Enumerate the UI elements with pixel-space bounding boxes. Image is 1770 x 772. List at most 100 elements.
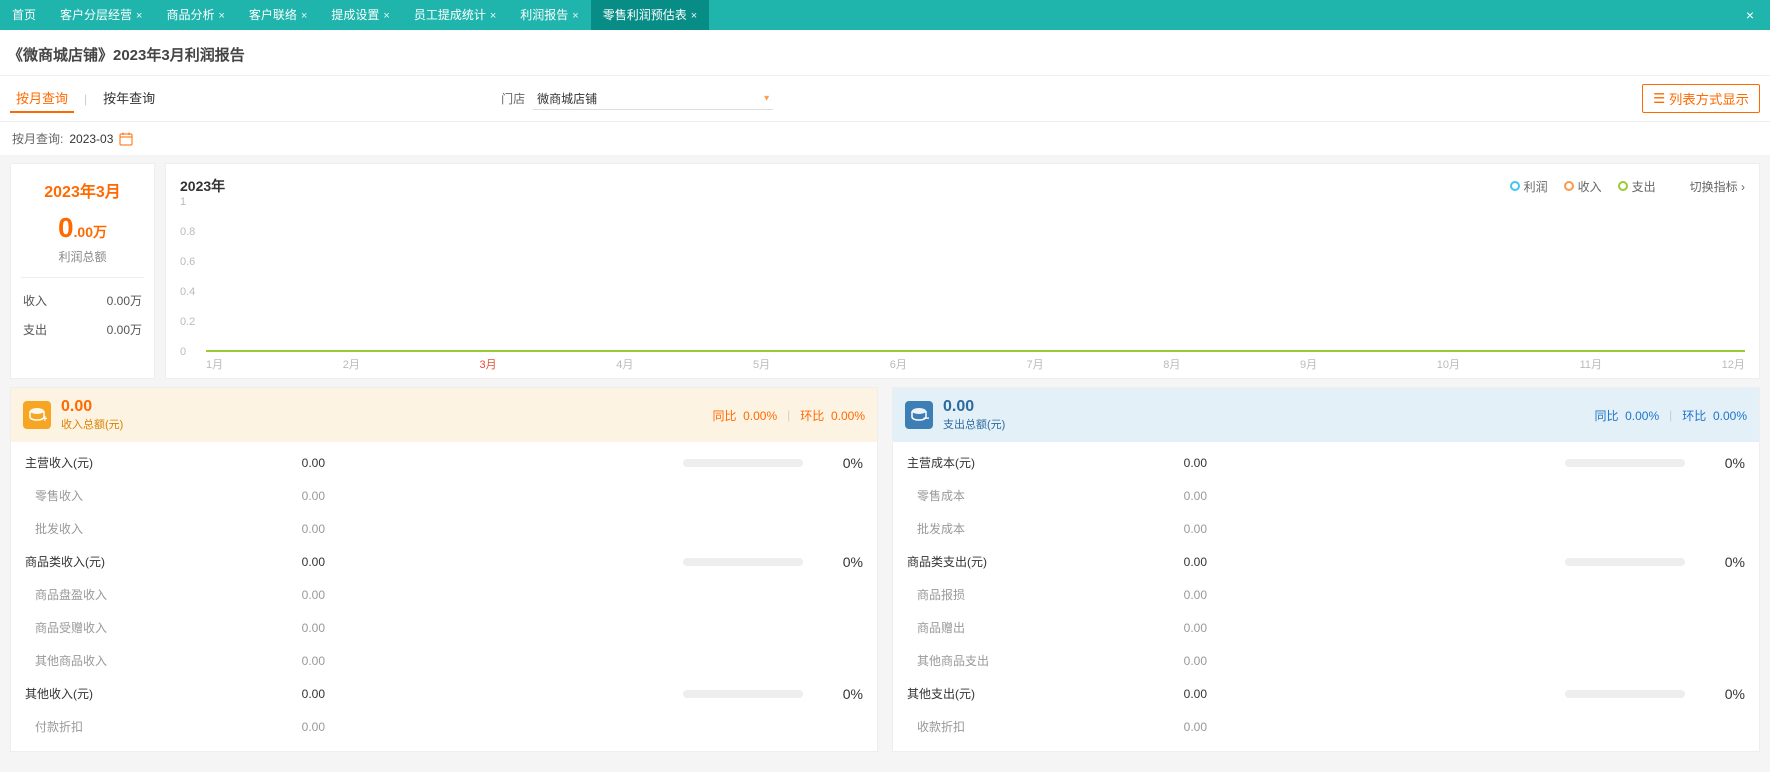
x-tick: 8月: [1163, 356, 1180, 372]
data-row-sub: 商品赠出0.00: [893, 611, 1759, 644]
income-total-label: 收入总额(元): [61, 416, 123, 432]
x-tick: 7月: [1027, 356, 1044, 372]
summary-income-value: 0.00万: [107, 292, 142, 309]
close-tab-icon[interactable]: ×: [490, 10, 496, 22]
data-row-sub: 其他商品收入0.00: [11, 644, 877, 677]
data-row-sub: 零售成本0.00: [893, 479, 1759, 512]
page-title: 《微商城店铺》2023年3月利润报告: [0, 30, 1770, 75]
filter-value[interactable]: 2023-03: [69, 132, 113, 146]
close-tab-icon[interactable]: ×: [301, 10, 307, 22]
list-view-label: 列表方式显示: [1669, 89, 1749, 108]
store-select-value: 微商城店铺: [537, 90, 597, 107]
summary-expense-label: 支出: [23, 321, 47, 338]
data-row-sub: 商品盘盈收入0.00: [11, 578, 877, 611]
summary-period: 2023年3月: [21, 178, 144, 202]
data-row-sub: 零售收入0.00: [11, 479, 877, 512]
store-select[interactable]: 微商城店铺 ▾: [533, 88, 773, 110]
summary-card: 2023年3月 0.00万 利润总额 收入 0.00万 支出 0.00万: [10, 163, 155, 379]
chart-plot[interactable]: 10.80.60.40.20 1月2月3月4月5月6月7月8月9月10月11月1…: [180, 202, 1745, 372]
data-row-sub: 付款折扣0.00: [11, 710, 877, 743]
data-row-main: 主营收入(元)0.00 0%: [11, 446, 877, 479]
store-label: 门店: [501, 90, 525, 107]
chart-data-line: [206, 350, 1745, 352]
data-row-sub: 批发成本0.00: [893, 512, 1759, 545]
close-tab-icon[interactable]: ×: [691, 10, 697, 22]
x-tick: 11月: [1580, 356, 1602, 372]
income-total-value: 0.00: [61, 398, 123, 416]
summary-profit-label: 利润总额: [21, 248, 144, 265]
svg-text:−: −: [923, 411, 929, 425]
y-tick: 0.6: [180, 256, 195, 268]
income-mom: 环比 0.00%: [800, 407, 865, 424]
data-row-main: 主营成本(元)0.00 0%: [893, 446, 1759, 479]
legend-income[interactable]: 收入: [1564, 178, 1602, 195]
legend-expense[interactable]: 支出: [1618, 178, 1656, 195]
tab-item[interactable]: 客户联络×: [237, 0, 319, 30]
data-row-sub: 商品受赠收入0.00: [11, 611, 877, 644]
tab-item[interactable]: 利润报告×: [508, 0, 590, 30]
x-tick: 1月: [206, 356, 223, 372]
expense-panel: − 0.00 支出总额(元) 同比 0.00% | 环比 0.00% 主营成本(…: [892, 387, 1760, 752]
top-tab-bar: 首页 客户分层经营×商品分析×客户联络×提成设置×员工提成统计×利润报告×零售利…: [0, 0, 1770, 30]
switch-metric-button[interactable]: 切换指标 ›: [1690, 178, 1745, 195]
income-yoy: 同比 0.00%: [712, 407, 777, 424]
tab-item[interactable]: 客户分层经营×: [48, 0, 154, 30]
progress-bar: [683, 558, 803, 566]
expense-total-value: 0.00: [943, 398, 1005, 416]
x-tick: 10月: [1437, 356, 1460, 372]
data-row-sub: 其他商品支出0.00: [893, 644, 1759, 677]
expense-mom: 环比 0.00%: [1682, 407, 1747, 424]
close-tab-icon[interactable]: ×: [572, 10, 578, 22]
y-tick: 0.2: [180, 316, 195, 328]
data-row-sub: 收款折扣0.00: [893, 710, 1759, 743]
y-tick: 0: [180, 346, 186, 358]
summary-profit-value: 0.00万: [21, 212, 144, 244]
filter-label: 按月查询:: [12, 130, 63, 147]
x-tick: 12月: [1722, 356, 1745, 372]
chart-title: 2023年: [180, 176, 225, 196]
expense-yoy: 同比 0.00%: [1594, 407, 1659, 424]
expense-total-label: 支出总额(元): [943, 416, 1005, 432]
close-all-tabs-icon[interactable]: ×: [1738, 7, 1762, 23]
x-tick: 6月: [890, 356, 907, 372]
y-tick: 0.8: [180, 226, 195, 238]
tab-item[interactable]: 零售利润预估表×: [591, 0, 709, 30]
tab-query-month[interactable]: 按月查询: [10, 84, 74, 113]
progress-bar: [1565, 690, 1685, 698]
data-row-sub: 商品报损0.00: [893, 578, 1759, 611]
tab-item[interactable]: 商品分析×: [154, 0, 236, 30]
progress-bar: [1565, 558, 1685, 566]
x-tick: 2月: [343, 356, 360, 372]
filter-summary: 按月查询: 2023-03: [0, 122, 1770, 155]
x-tick: 9月: [1300, 356, 1317, 372]
calendar-icon[interactable]: [119, 132, 133, 146]
separator: |: [78, 92, 93, 106]
query-bar: 按月查询 | 按年查询 门店 微商城店铺 ▾ ☰ 列表方式显示: [0, 75, 1770, 122]
data-row-sub: 批发收入0.00: [11, 512, 877, 545]
x-tick: 5月: [753, 356, 770, 372]
tab-item[interactable]: 员工提成统计×: [402, 0, 508, 30]
svg-text:+: +: [42, 414, 47, 425]
close-tab-icon[interactable]: ×: [136, 10, 142, 22]
data-row-main: 商品类支出(元)0.00 0%: [893, 545, 1759, 578]
y-tick: 1: [180, 196, 186, 208]
tab-query-year[interactable]: 按年查询: [97, 84, 161, 113]
summary-expense-value: 0.00万: [107, 321, 142, 338]
close-tab-icon[interactable]: ×: [383, 10, 389, 22]
income-icon: +: [23, 401, 51, 429]
progress-bar: [683, 459, 803, 467]
close-tab-icon[interactable]: ×: [218, 10, 224, 22]
income-panel: + 0.00 收入总额(元) 同比 0.00% | 环比 0.00% 主营收入(…: [10, 387, 878, 752]
tab-home[interactable]: 首页: [8, 0, 48, 30]
chart-card: 2023年 利润 收入 支出 切换指标 › 10.80.60.40.20 1月2…: [165, 163, 1760, 379]
list-view-button[interactable]: ☰ 列表方式显示: [1642, 84, 1760, 113]
progress-bar: [683, 690, 803, 698]
expense-icon: −: [905, 401, 933, 429]
data-row-main: 商品类收入(元)0.00 0%: [11, 545, 877, 578]
summary-income-label: 收入: [23, 292, 47, 309]
data-row-main: 其他支出(元)0.00 0%: [893, 677, 1759, 710]
tab-item[interactable]: 提成设置×: [319, 0, 401, 30]
chevron-down-icon: ▾: [764, 93, 769, 104]
progress-bar: [1565, 459, 1685, 467]
legend-profit[interactable]: 利润: [1510, 178, 1548, 195]
